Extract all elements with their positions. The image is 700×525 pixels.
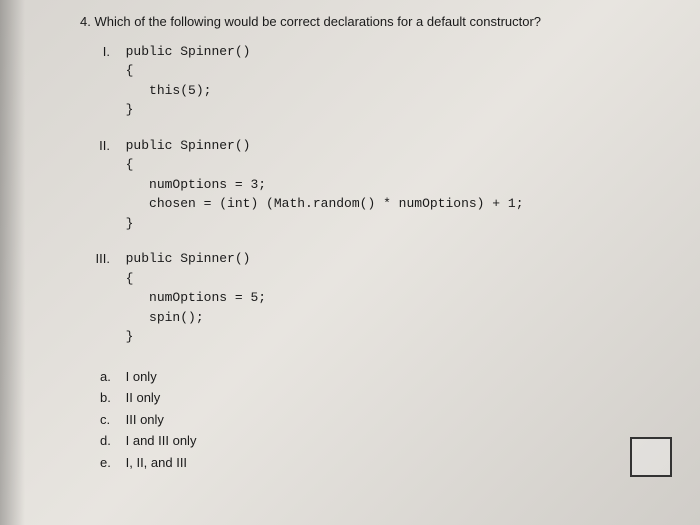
- answer-d-letter: d.: [100, 431, 122, 451]
- answer-e-letter: e.: [100, 453, 122, 473]
- option-iii: III. public Spinner() { numOptions = 5; …: [60, 249, 660, 347]
- option-ii-label: II.: [70, 136, 110, 156]
- answer-d: d. I and III only: [100, 431, 660, 451]
- option-i-label: I.: [70, 42, 110, 62]
- question-text: Which of the following would be correct …: [94, 14, 541, 29]
- worksheet-page: 4. Which of the following would be corre…: [0, 0, 700, 484]
- answer-c: c. III only: [100, 410, 660, 430]
- answer-e: e. I, II, and III: [100, 453, 660, 473]
- option-ii-code: public Spinner() { numOptions = 3; chose…: [126, 136, 524, 234]
- answer-b-text: II only: [126, 390, 161, 405]
- drawn-box: [630, 437, 672, 477]
- answer-a: a. I only: [100, 367, 660, 387]
- answer-e-text: I, II, and III: [126, 455, 187, 470]
- answer-b-letter: b.: [100, 388, 122, 408]
- answer-c-letter: c.: [100, 410, 122, 430]
- answer-a-text: I only: [126, 369, 157, 384]
- answer-d-text: I and III only: [126, 433, 197, 448]
- question-number: 4.: [80, 14, 91, 29]
- question-header: 4. Which of the following would be corre…: [80, 12, 660, 32]
- answer-a-letter: a.: [100, 367, 122, 387]
- option-iii-code: public Spinner() { numOptions = 5; spin(…: [126, 249, 266, 347]
- answer-b: b. II only: [100, 388, 660, 408]
- option-ii: II. public Spinner() { numOptions = 3; c…: [60, 136, 660, 234]
- option-i-code: public Spinner() { this(5); }: [126, 42, 251, 120]
- option-iii-label: III.: [70, 249, 110, 269]
- option-i: I. public Spinner() { this(5); }: [60, 42, 660, 120]
- page-shadow: [0, 0, 25, 525]
- answer-c-text: III only: [126, 412, 164, 427]
- answer-choices: a. I only b. II only c. III only d. I an…: [100, 367, 660, 473]
